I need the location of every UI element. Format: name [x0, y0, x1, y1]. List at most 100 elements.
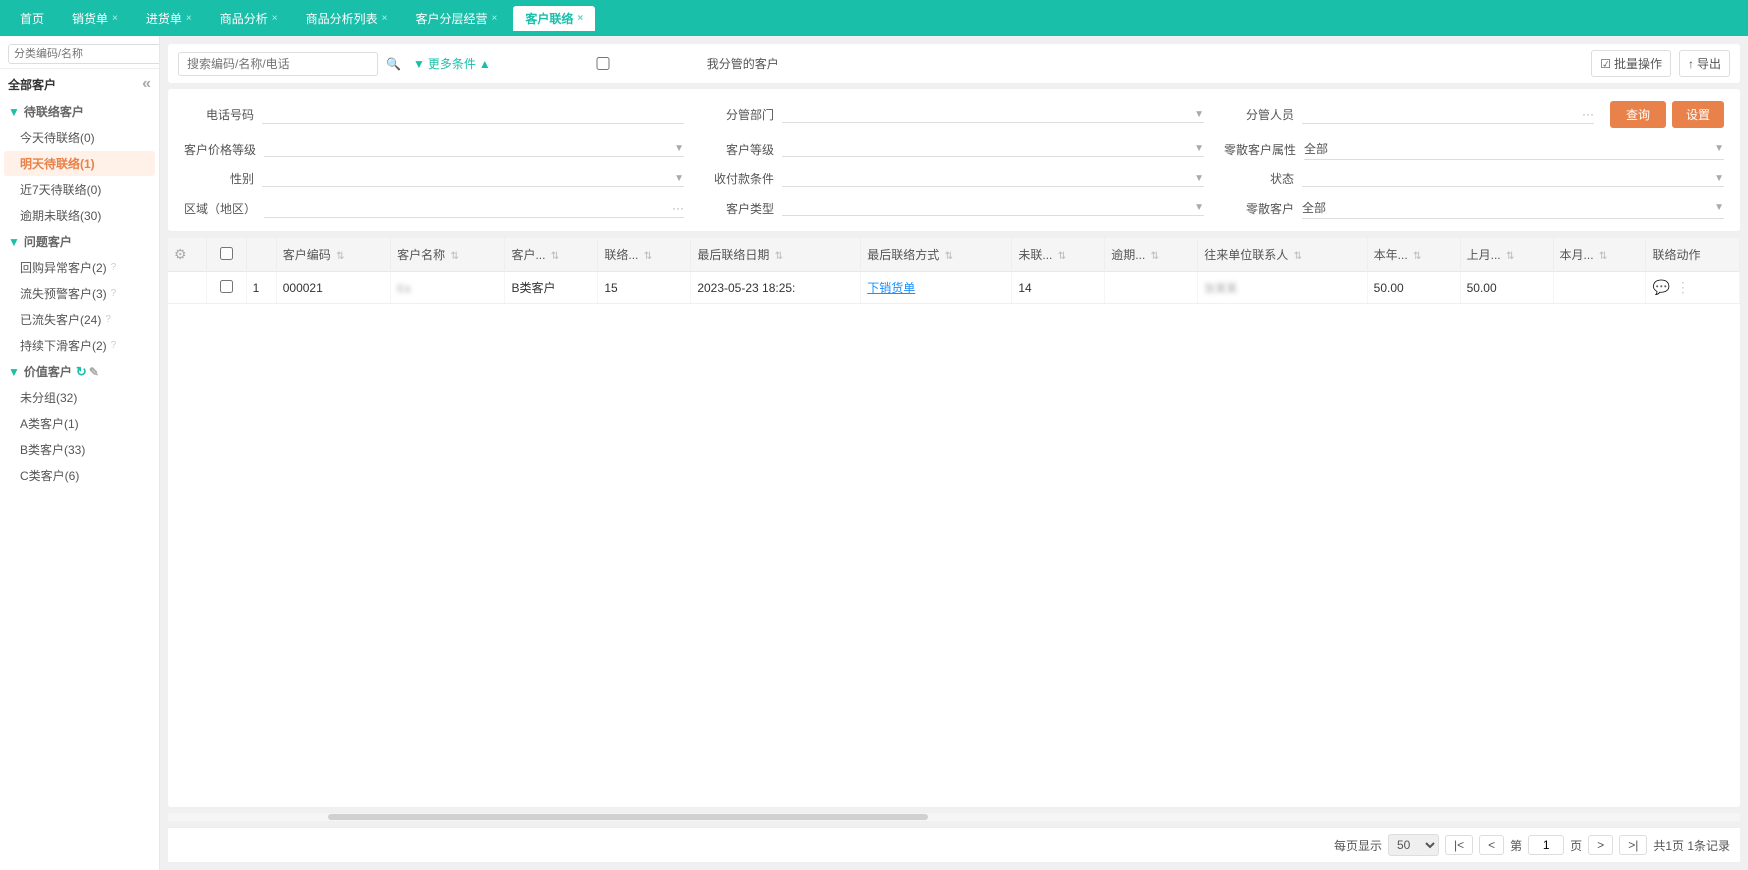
sort-icon[interactable]: ⇅: [945, 251, 953, 262]
row-not-contact: 14: [1012, 272, 1105, 304]
phone-label: 电话号码: [184, 106, 254, 123]
status-select[interactable]: ▼: [1302, 171, 1724, 187]
sort-icon[interactable]: ⇅: [1599, 251, 1607, 262]
query-button[interactable]: 查询: [1610, 101, 1666, 128]
filter-row-payment: 收付款条件 ▼: [704, 170, 1204, 187]
sidebar-item-ungrouped[interactable]: 未分组(32): [4, 385, 155, 410]
sort-icon[interactable]: ⇅: [450, 251, 458, 262]
last-page-button[interactable]: >|: [1619, 835, 1647, 855]
person-select[interactable]: ···: [1302, 105, 1594, 124]
retail-select[interactable]: 全部 ▼: [1302, 197, 1724, 219]
chevron-down-icon: ▼: [1194, 202, 1204, 213]
checkbox-icon: ☑: [1600, 57, 1611, 71]
row-this-year: 50.00: [1367, 272, 1460, 304]
customer-type-select[interactable]: ▼: [782, 200, 1204, 216]
region-label: 区域（地区）: [184, 200, 256, 217]
close-icon[interactable]: ×: [577, 13, 583, 24]
sidebar-item-class-a[interactable]: A类客户(1): [4, 411, 155, 436]
close-icon[interactable]: ×: [382, 13, 388, 24]
last-contact-method-link[interactable]: 下销货单: [867, 281, 915, 295]
sidebar-item-class-c[interactable]: C类客户(6): [4, 463, 155, 488]
filter-row-phone: 电话号码: [184, 105, 684, 124]
dept-select[interactable]: ▼: [782, 107, 1204, 123]
horizontal-scrollbar[interactable]: [168, 813, 1740, 821]
chevron-down-icon: ▼: [1714, 173, 1724, 184]
sort-icon[interactable]: ⇅: [1294, 251, 1302, 262]
search-input[interactable]: [178, 52, 378, 76]
phone-input[interactable]: [262, 107, 684, 121]
sidebar-all-customers[interactable]: 全部客户 «: [0, 69, 159, 99]
sidebar-item-today[interactable]: 今天待联络(0): [4, 125, 155, 150]
sidebar-item-lost-warning[interactable]: 流失预警客户(3) ?: [4, 281, 155, 306]
scrollbar-thumb[interactable]: [328, 814, 928, 820]
sidebar-search-input[interactable]: [8, 44, 160, 64]
my-customers-checkbox[interactable]: [503, 57, 703, 70]
col-action: 联络动作: [1646, 238, 1740, 272]
nav-customer-contact[interactable]: 客户联络 ×: [513, 6, 595, 31]
sort-icon[interactable]: ⇅: [551, 251, 559, 262]
region-select[interactable]: ···: [264, 199, 684, 218]
close-icon[interactable]: ×: [186, 13, 192, 24]
export-button[interactable]: ↑ 导出: [1679, 50, 1730, 77]
row-type: B类客户: [505, 272, 598, 304]
prev-page-button[interactable]: <: [1479, 835, 1504, 855]
sidebar-item-tomorrow[interactable]: 明天待联络(1): [4, 151, 155, 176]
sort-icon[interactable]: ⇅: [1413, 251, 1421, 262]
customer-name-blurred: Ea: [397, 283, 410, 295]
nav-sales-order[interactable]: 销货单 ×: [60, 6, 130, 31]
sidebar-item-lost[interactable]: 已流失客户(24) ?: [4, 307, 155, 332]
collapse-icon[interactable]: «: [142, 75, 151, 93]
sort-icon[interactable]: ⇅: [1506, 251, 1514, 262]
sort-icon[interactable]: ⇅: [1151, 251, 1159, 262]
nav-home[interactable]: 首页: [8, 6, 56, 31]
nav-product-analysis-list[interactable]: 商品分析列表 ×: [294, 6, 400, 31]
row-contact: 15: [598, 272, 691, 304]
search-icon[interactable]: 🔍: [386, 57, 401, 71]
sidebar-group-problem: ▼ 问题客户: [0, 229, 159, 254]
sidebar-item-abnormal[interactable]: 回购异常客户(2) ?: [4, 255, 155, 280]
sort-icon[interactable]: ⇅: [336, 251, 344, 262]
gender-select[interactable]: ▼: [262, 171, 684, 187]
sort-icon[interactable]: ⇅: [1058, 251, 1066, 262]
settings-button[interactable]: 设置: [1672, 101, 1724, 128]
col-last-month: 上月... ⇅: [1460, 238, 1553, 272]
help-icon: ?: [111, 262, 117, 273]
close-icon[interactable]: ×: [112, 13, 118, 24]
nav-purchase-order[interactable]: 进货单 ×: [134, 6, 204, 31]
sidebar-item-7days[interactable]: 近7天待联络(0): [4, 177, 155, 202]
customer-level-select[interactable]: ▼: [782, 141, 1204, 157]
edit-icon[interactable]: ✎: [89, 365, 99, 379]
first-page-button[interactable]: |<: [1445, 835, 1473, 855]
price-level-select[interactable]: ▼: [264, 141, 684, 157]
payment-select[interactable]: ▼: [782, 171, 1204, 187]
filter-row-status: 状态 ▼: [1224, 170, 1724, 187]
row-name: Ea: [391, 272, 505, 304]
nav-product-analysis[interactable]: 商品分析 ×: [208, 6, 290, 31]
row-action: 💬 ⋮: [1646, 272, 1740, 304]
grid-icon[interactable]: ⋮: [1676, 279, 1690, 296]
refresh-icon[interactable]: ↻: [76, 364, 87, 380]
sidebar-item-class-b[interactable]: B类客户(33): [4, 437, 155, 462]
gear-icon[interactable]: ⚙: [174, 246, 187, 262]
sidebar-item-overdue[interactable]: 逾期未联络(30): [4, 203, 155, 228]
bulk-action-button[interactable]: ☑ 批量操作: [1591, 50, 1671, 77]
nav-customer-layering[interactable]: 客户分层经营 ×: [403, 6, 509, 31]
filter-row-customer-level: 客户等级 ▼: [704, 141, 1204, 158]
sort-icon[interactable]: ⇅: [644, 251, 652, 262]
comment-icon[interactable]: 💬: [1652, 279, 1669, 296]
sort-icon[interactable]: ⇅: [775, 251, 783, 262]
next-page-button[interactable]: >: [1588, 835, 1613, 855]
row-select-checkbox[interactable]: [220, 280, 233, 293]
filter-row-gender: 性别 ▼: [184, 170, 684, 187]
page-number-input[interactable]: 1: [1528, 835, 1564, 855]
my-customers-checkbox-label[interactable]: 我分管的客户: [503, 55, 779, 72]
retail-attr-select[interactable]: 全部 ▼: [1304, 138, 1724, 160]
more-conditions-button[interactable]: ▼ 更多条件 ▲: [409, 53, 495, 74]
close-icon[interactable]: ×: [272, 13, 278, 24]
funnel-icon: ▼: [413, 57, 425, 71]
select-all-checkbox[interactable]: [220, 247, 233, 260]
per-page-select[interactable]: 50 100 200: [1388, 834, 1439, 856]
close-icon[interactable]: ×: [491, 13, 497, 24]
sidebar-item-declining[interactable]: 持续下滑客户(2) ?: [4, 333, 155, 358]
chevron-down-icon: ▼: [1714, 143, 1724, 154]
